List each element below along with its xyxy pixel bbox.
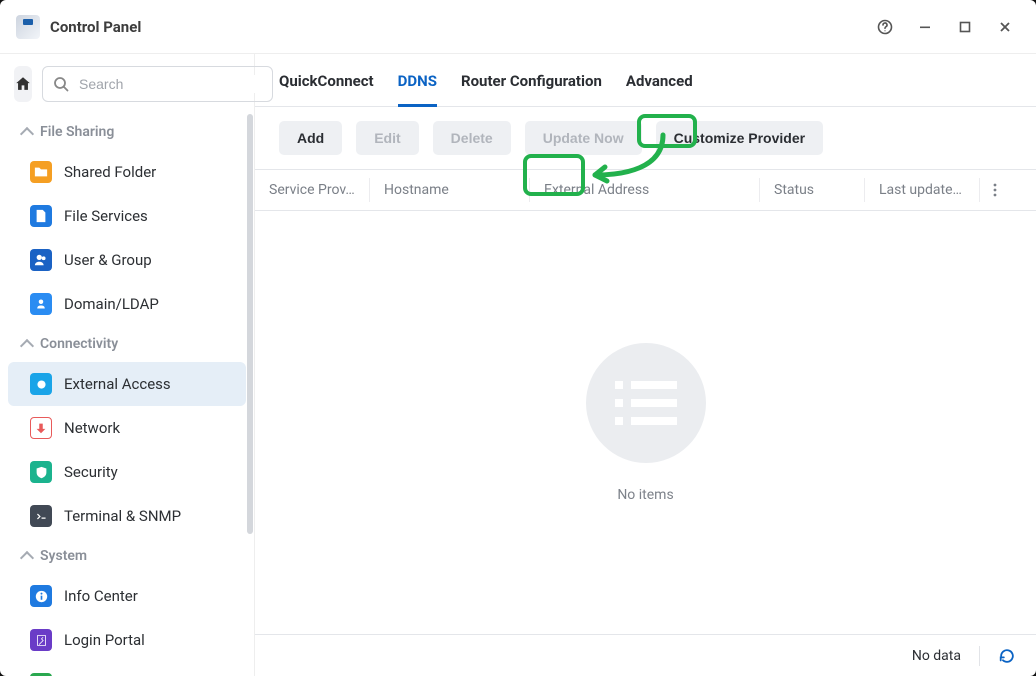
app-icon	[16, 15, 40, 39]
sidebar-item-login-portal[interactable]: Login Portal	[8, 618, 246, 662]
sidebar-item-user-group[interactable]: User & Group	[8, 238, 246, 282]
chevron-up-icon	[20, 127, 34, 141]
empty-icon	[586, 343, 706, 463]
column-header[interactable]: External Address	[530, 178, 760, 202]
group-header-connectivity[interactable]: Connectivity	[0, 326, 254, 362]
net-icon	[30, 417, 52, 439]
folder-icon	[30, 161, 52, 183]
sidebar-item-label: File Services	[64, 207, 148, 225]
file-icon	[30, 205, 52, 227]
titlebar: Control Panel	[0, 0, 1036, 54]
edit-button[interactable]: Edit	[356, 121, 418, 155]
column-header[interactable]: Status	[760, 178, 865, 202]
column-header[interactable]: Last update …	[865, 178, 980, 202]
empty-text: No items	[617, 487, 673, 503]
sidebar-item-external-access[interactable]: External Access	[8, 362, 246, 406]
sidebar-item-label: External Access	[64, 375, 171, 393]
delete-button[interactable]: Delete	[433, 121, 511, 155]
tab-quickconnect[interactable]: QuickConnect	[279, 72, 374, 106]
sidebar-item-network[interactable]: Network	[8, 406, 246, 450]
shield-icon	[30, 461, 52, 483]
sidebar-scroll[interactable]: File Sharing Shared Folder File Services Us…	[0, 114, 254, 676]
terminal-icon	[30, 505, 52, 527]
sidebar-item-label: Network	[64, 419, 120, 437]
toolbar: Add Edit Delete Update Now Customize Pro…	[255, 107, 1036, 169]
sidebar-item-security[interactable]: Security	[8, 450, 246, 494]
sidebar-item-info-center[interactable]: Info Center	[8, 574, 246, 618]
tab-bar: QuickConnect DDNS Router Configuration Adva…	[255, 54, 1036, 107]
group-label: System	[40, 548, 87, 564]
sidebar-item-file-services[interactable]: File Services	[8, 194, 246, 238]
sidebar-item-label: Security	[64, 463, 118, 481]
search-field[interactable]	[42, 66, 273, 102]
sidebar-item-label: Domain/LDAP	[64, 295, 159, 313]
window-title: Control Panel	[50, 18, 141, 36]
customize-provider-button[interactable]: Customize Provider	[656, 121, 823, 155]
sidebar: File Sharing Shared Folder File Services Us…	[0, 54, 255, 676]
help-icon[interactable]	[870, 12, 900, 42]
group-header-file-sharing[interactable]: File Sharing	[0, 114, 254, 150]
group-label: File Sharing	[40, 124, 114, 140]
table-header: Service Prov…HostnameExternal AddressSta…	[255, 169, 1036, 211]
scrollbar[interactable]	[247, 114, 253, 534]
tab-ddns[interactable]: DDNS	[398, 72, 437, 107]
sidebar-item-label: Info Center	[64, 587, 138, 605]
group-label: Connectivity	[40, 336, 118, 352]
sidebar-item-label: Shared Folder	[64, 163, 156, 181]
portal-icon	[30, 629, 52, 651]
tab-router-configuration[interactable]: Router Configuration	[461, 72, 602, 106]
minimize-icon[interactable]	[910, 12, 940, 42]
sidebar-item-label: Terminal & SNMP	[64, 507, 181, 525]
tab-advanced[interactable]: Advanced	[626, 72, 693, 106]
footer: No data	[255, 634, 1036, 676]
add-button[interactable]: Add	[279, 121, 342, 155]
columns-menu-icon[interactable]	[980, 178, 1010, 202]
sidebar-item-terminal-snmp[interactable]: Terminal & SNMP	[8, 494, 246, 538]
column-header[interactable]: Service Prov…	[255, 178, 370, 202]
users-icon	[30, 249, 52, 271]
ldap-icon	[30, 293, 52, 315]
empty-state: No items	[255, 211, 1036, 634]
group-header-system[interactable]: System	[0, 538, 254, 574]
column-header[interactable]: Hostname	[370, 178, 530, 202]
home-button[interactable]	[14, 66, 32, 102]
sidebar-item-label: User & Group	[64, 251, 152, 269]
maximize-icon[interactable]	[950, 12, 980, 42]
search-input[interactable]	[77, 75, 262, 93]
sidebar-item-label: Login Portal	[64, 631, 145, 649]
chevron-up-icon	[20, 551, 34, 565]
link-icon	[30, 373, 52, 395]
chevron-up-icon	[20, 339, 34, 353]
sidebar-item-domain-ldap[interactable]: Domain/LDAP	[8, 282, 246, 326]
close-icon[interactable]	[990, 12, 1020, 42]
refresh-icon[interactable]	[998, 647, 1016, 665]
footer-text: No data	[912, 648, 961, 664]
sidebar-item-shared-folder[interactable]: Shared Folder	[8, 150, 246, 194]
update-now-button[interactable]: Update Now	[525, 121, 642, 155]
search-icon	[53, 76, 69, 92]
info-icon	[30, 585, 52, 607]
sidebar-item-regional-options[interactable]: Regional Options	[8, 662, 246, 676]
